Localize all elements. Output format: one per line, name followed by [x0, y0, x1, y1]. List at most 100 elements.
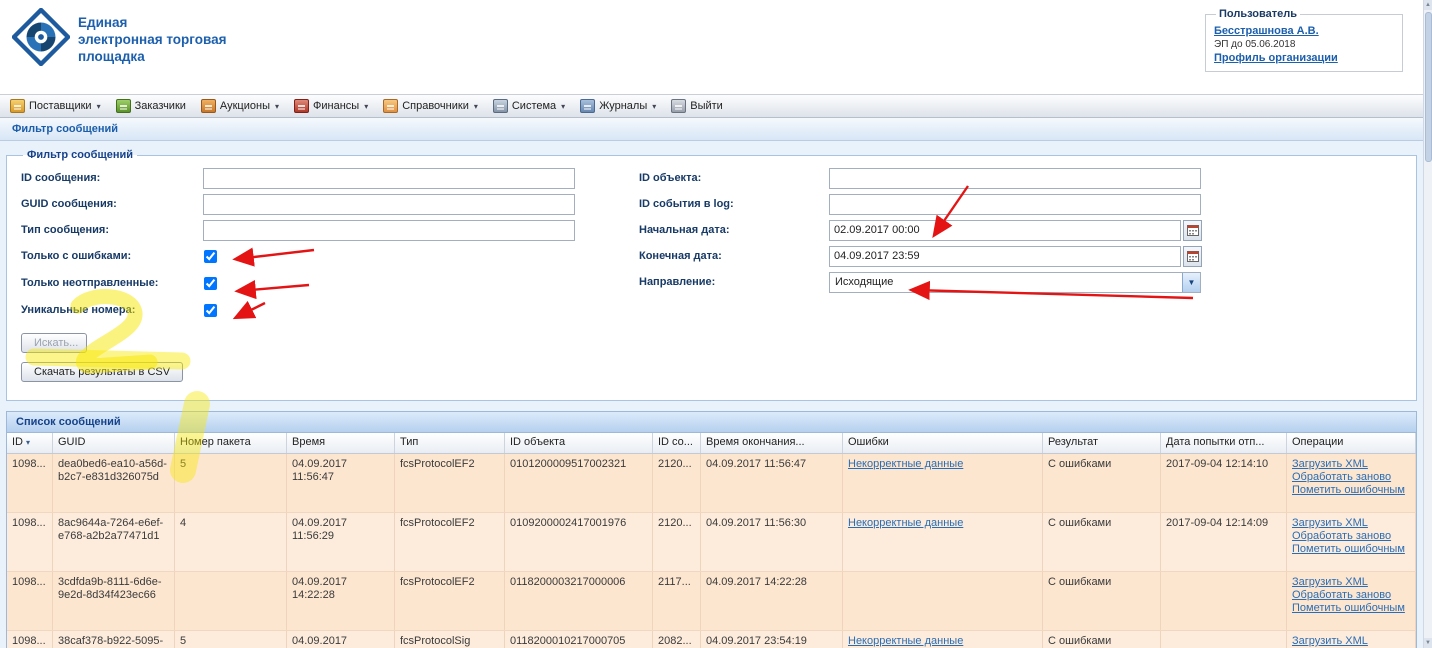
error-details-link[interactable]: Некорректные данные [848, 458, 963, 470]
cell-id: 1098... [7, 513, 53, 571]
message-guid-input[interactable] [203, 193, 575, 215]
end-date-label: Конечная дата: [639, 250, 722, 262]
table-row[interactable]: 1098... 38caf378-b922-5095-b7c5 5 04.09.… [7, 631, 1416, 648]
column-header-guid[interactable]: GUID [53, 433, 175, 453]
menu-item-icon [580, 99, 596, 113]
combo-arrow-icon[interactable]: ▼ [1182, 272, 1200, 292]
signature-validity-text: ЭП до 05.06.2018 [1214, 39, 1296, 50]
eetp-logo-icon [12, 8, 70, 66]
vertical-scrollbar[interactable]: ▲ ▼ [1423, 0, 1432, 648]
menu-item[interactable]: Финансы ▾ [294, 99, 368, 113]
reprocess-link[interactable]: Обработать заново [1292, 589, 1410, 602]
cell-operations: Загрузить XML Обработать заново Пометить… [1287, 631, 1416, 648]
table-row[interactable]: 1098... 3cdfda9b-8111-6d6e-9e2d-8d34f423… [7, 572, 1416, 631]
application-window: Единая электронная торговая площадка Пол… [0, 0, 1432, 648]
menu-item[interactable]: Выйти ▾ [671, 99, 723, 113]
menu-item-icon [671, 99, 687, 113]
menu-item-label: Справочники [402, 100, 469, 112]
mark-erroneous-link[interactable]: Пометить ошибочным [1292, 602, 1410, 615]
column-header-type[interactable]: Тип [395, 433, 505, 453]
sort-down-icon: ▾ [26, 438, 31, 447]
reprocess-link[interactable]: Обработать заново [1292, 471, 1410, 484]
menu-item[interactable]: Заказчики ▾ [115, 99, 186, 113]
end-date-input[interactable] [829, 245, 1181, 267]
cell-time: 04.09.2017 11:56:47 [287, 454, 395, 512]
start-date-input[interactable] [829, 219, 1181, 241]
column-header-object-id[interactable]: ID объекта [505, 433, 653, 453]
cell-errors: Некорректные данные [843, 631, 1043, 648]
column-header-id-so[interactable]: ID со... [653, 433, 701, 453]
menu-item[interactable]: Журналы ▾ [580, 99, 656, 113]
download-csv-button[interactable]: Скачать результаты в CSV [21, 362, 184, 382]
log-event-id-input[interactable] [829, 193, 1201, 215]
cell-guid: 3cdfda9b-8111-6d6e-9e2d-8d34f423ec66 [53, 572, 175, 630]
mark-erroneous-link[interactable]: Пометить ошибочным [1292, 484, 1410, 497]
column-header-packet[interactable]: Номер пакета [175, 433, 287, 453]
start-date-calendar-button[interactable] [1183, 219, 1202, 241]
direction-label: Направление: [639, 276, 716, 288]
unique-numbers-checkbox[interactable] [204, 303, 217, 317]
header: Единая электронная торговая площадка Пол… [0, 0, 1423, 94]
search-button[interactable]: Искать... [21, 333, 87, 353]
org-profile-link[interactable]: Профиль организации [1214, 51, 1394, 65]
cell-result: С ошибками [1043, 631, 1161, 648]
messages-list-title-bar: Список сообщений [7, 412, 1416, 433]
page-title-bar: Фильтр сообщений [0, 118, 1423, 141]
mark-erroneous-link[interactable]: Пометить ошибочным [1292, 543, 1410, 556]
message-type-input[interactable] [203, 219, 575, 241]
content-area: Фильтр сообщений ID сообщения: GUID сооб… [0, 141, 1423, 648]
start-date-label: Начальная дата: [639, 224, 730, 236]
direction-select[interactable]: Исходящие ▼ [829, 271, 1201, 293]
reprocess-link[interactable]: Обработать заново [1292, 530, 1410, 543]
cell-type: fcsProtocolEF2 [395, 513, 505, 571]
cell-guid: 38caf378-b922-5095-b7c5 [53, 631, 175, 648]
message-id-input[interactable] [203, 167, 575, 189]
table-row[interactable]: 1098... dea0bed6-ea10-a56d-b2c7-e831d326… [7, 454, 1416, 513]
cell-errors: Некорректные данные [843, 454, 1043, 512]
log-event-id-label: ID события в log: [639, 198, 734, 210]
load-xml-link[interactable]: Загрузить XML [1292, 635, 1410, 648]
end-date-calendar-button[interactable] [1183, 245, 1202, 267]
column-header-result[interactable]: Результат [1043, 433, 1161, 453]
menu-item-icon [200, 99, 216, 113]
cell-guid: 8ac9644a-7264-e6ef-e768-a2b2a77471d1 [53, 513, 175, 571]
load-xml-link[interactable]: Загрузить XML [1292, 517, 1410, 530]
error-details-link[interactable]: Некорректные данные [848, 635, 963, 647]
menu-item-icon [10, 99, 25, 113]
user-name-link[interactable]: Бесстрашнова А.В. [1214, 24, 1394, 38]
cell-type: fcsProtocolSig [395, 631, 505, 648]
menu-item[interactable]: Справочники ▾ [383, 99, 478, 113]
scroll-down-icon[interactable]: ▼ [1424, 638, 1432, 648]
only-errors-checkbox[interactable] [204, 249, 217, 263]
user-panel-legend: Пользователь [1219, 8, 1298, 20]
cell-result: С ошибками [1043, 513, 1161, 571]
column-header-end-time[interactable]: Время окончания... [701, 433, 843, 453]
cell-object-id: 0101200009517002321 [505, 454, 653, 512]
menu-item[interactable]: Поставщики ▾ [10, 99, 101, 113]
column-header-operations[interactable]: Операции [1287, 433, 1416, 453]
cell-operations: Загрузить XML Обработать заново Пометить… [1287, 454, 1416, 512]
column-header-attempt-date[interactable]: Дата попытки отп... [1161, 433, 1287, 453]
scroll-up-icon[interactable]: ▲ [1424, 0, 1432, 10]
menu-item[interactable]: Система ▾ [492, 99, 565, 113]
table-row[interactable]: 1098... 8ac9644a-7264-e6ef-e768-a2b2a774… [7, 513, 1416, 572]
object-id-input[interactable] [829, 167, 1201, 189]
cell-time: 04.09.2017 14:22:28 [287, 572, 395, 630]
scrollbar-thumb[interactable] [1425, 12, 1432, 162]
column-header-time[interactable]: Время [287, 433, 395, 453]
cell-object-id: 0118200003217000006 [505, 572, 653, 630]
menu-item-label: Система [511, 100, 557, 112]
cell-end-time: 04.09.2017 11:56:47 [701, 454, 843, 512]
only-unsent-checkbox[interactable] [204, 276, 217, 290]
cell-packet-number [175, 572, 287, 630]
menu-item[interactable]: Аукционы ▾ [200, 99, 279, 113]
error-details-link[interactable]: Некорректные данные [848, 517, 963, 529]
cell-end-time: 04.09.2017 11:56:30 [701, 513, 843, 571]
load-xml-link[interactable]: Загрузить XML [1292, 576, 1410, 589]
filter-panel: Фильтр сообщений ID сообщения: GUID сооб… [6, 149, 1417, 401]
main-menu: Поставщики ▾ Заказчики ▾ Аукционы ▾ [0, 94, 1423, 118]
column-header-errors[interactable]: Ошибки [843, 433, 1043, 453]
load-xml-link[interactable]: Загрузить XML [1292, 458, 1410, 471]
menu-item-label: Аукционы [219, 100, 270, 112]
column-header-id[interactable]: ID ▾ [7, 433, 53, 453]
